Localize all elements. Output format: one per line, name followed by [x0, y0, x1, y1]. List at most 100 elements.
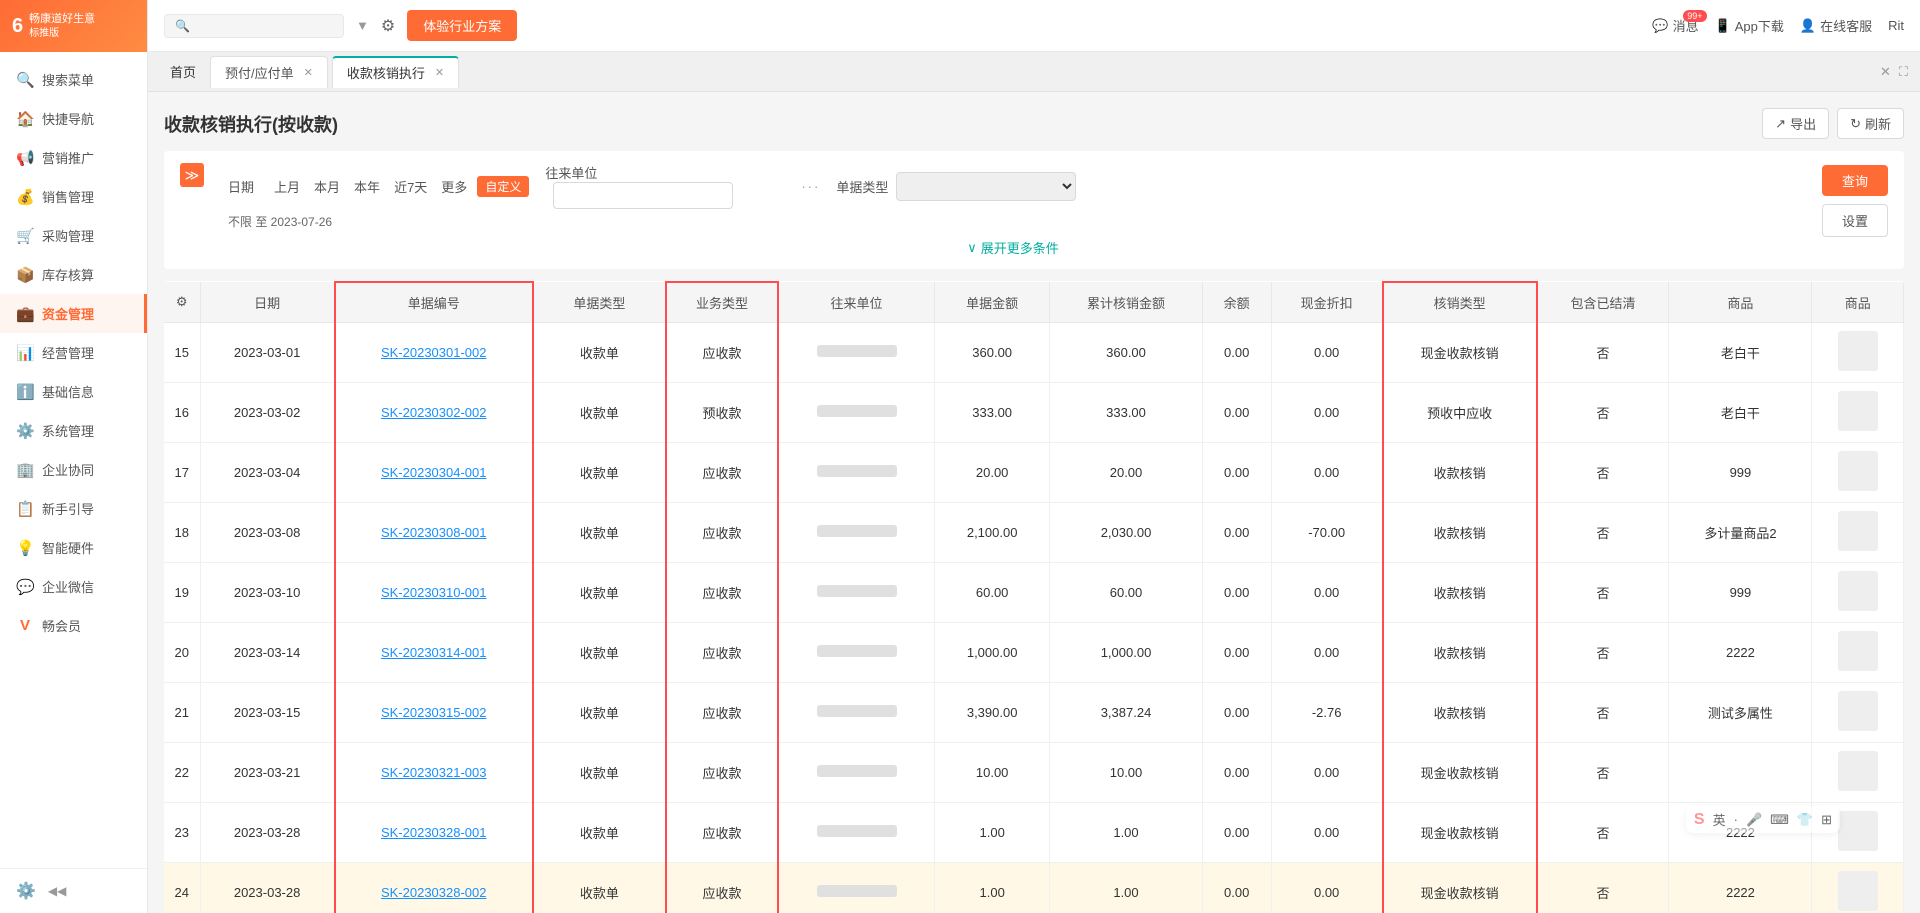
maximize-icon[interactable]: ⛶ — [1899, 64, 1908, 80]
sidebar-item-sales[interactable]: 💰 销售管理 — [0, 177, 147, 216]
refresh-btn[interactable]: ↻ 刷新 — [1837, 108, 1904, 139]
tab-current[interactable]: 收款核销执行 ✕ — [332, 56, 459, 88]
date-custom-btn[interactable]: 自定义 — [477, 176, 529, 197]
cell-writeoff-type: 现金收款核销 — [1383, 863, 1537, 913]
sidebar-item-system[interactable]: ⚙️ 系统管理 — [0, 411, 147, 450]
th-product1[interactable]: 商品 — [1669, 282, 1812, 323]
date-this-year[interactable]: 本年 — [350, 175, 384, 198]
tab-home[interactable]: 首页 — [156, 62, 210, 81]
doc-no-link[interactable]: SK-20230304-001 — [381, 465, 487, 480]
th-balance[interactable]: 余额 — [1202, 282, 1271, 323]
doc-no-link[interactable]: SK-20230315-002 — [381, 705, 487, 720]
th-cumulative[interactable]: 累计核销金额 — [1050, 282, 1202, 323]
th-product2[interactable]: 商品 — [1812, 282, 1904, 323]
close-tab-icon[interactable]: ✕ — [1880, 64, 1891, 80]
toolbar-icon-6[interactable]: ⊞ — [1821, 812, 1832, 828]
sidebar-item-finance[interactable]: 💼 资金管理 — [0, 294, 147, 333]
sidebar-item-search[interactable]: 🔍 搜索菜单 — [0, 60, 147, 99]
app-download-btn[interactable]: 📱 App下载 — [1715, 16, 1784, 35]
cell-biz-type: 应收款 — [666, 803, 778, 863]
marketing-icon: 📢 — [16, 149, 34, 167]
sidebar-item-vip[interactable]: V 畅会员 — [0, 606, 147, 645]
sidebar-item-inventory[interactable]: 📦 库存核算 — [0, 255, 147, 294]
receipt-type-select[interactable] — [896, 172, 1076, 201]
cell-biz-type: 预收款 — [666, 383, 778, 443]
sidebar-item-operations[interactable]: 📊 经营管理 — [0, 333, 147, 372]
date-range-display: 不限 至 2023-07-26 — [228, 213, 1798, 230]
tab-pending[interactable]: 预付/应付单 ✕ — [210, 56, 328, 88]
sidebar-item-hardware[interactable]: 💡 智能硬件 — [0, 528, 147, 567]
table-row: 17 2023-03-04 SK-20230304-001 收款单 应收款 20… — [164, 443, 1904, 503]
sidebar-item-purchase[interactable]: 🛒 采购管理 — [0, 216, 147, 255]
tab-pending-close[interactable]: ✕ — [304, 66, 313, 79]
date-7days[interactable]: 近7天 — [390, 175, 431, 198]
topbar-dropdown-arrow[interactable]: ▼ — [356, 18, 369, 33]
table-row: 15 2023-03-01 SK-20230301-002 收款单 应收款 36… — [164, 323, 1904, 383]
th-date[interactable]: 日期 — [200, 282, 335, 323]
sidebar-item-marketing[interactable]: 📢 营销推广 — [0, 138, 147, 177]
sidebar-item-guide[interactable]: 📋 新手引导 — [0, 489, 147, 528]
expand-toggle-btn[interactable]: ≫ — [180, 163, 204, 187]
collapse-icon[interactable]: ◀◀ — [48, 884, 66, 898]
toolbar-icon-5[interactable]: 👕 — [1797, 812, 1813, 828]
toolbar-icon-2[interactable]: · — [1734, 812, 1738, 827]
date-this-month[interactable]: 本月 — [310, 175, 344, 198]
doc-no-link[interactable]: SK-20230308-001 — [381, 525, 487, 540]
cell-partner — [778, 323, 934, 383]
cell-discount: 0.00 — [1271, 443, 1382, 503]
toolbar-icon-3[interactable]: 🎤 — [1746, 812, 1762, 828]
message-btn[interactable]: 💬 消息 99+ — [1652, 16, 1698, 35]
tab-current-close[interactable]: ✕ — [435, 66, 444, 79]
cell-doc-no: SK-20230310-001 — [335, 563, 533, 623]
th-biz-type[interactable]: 业务类型 — [666, 282, 778, 323]
page-title-text: 收款核销执行(按收款) — [164, 111, 338, 137]
doc-no-link[interactable]: SK-20230314-001 — [381, 645, 487, 660]
online-service-btn[interactable]: 👤 在线客服 — [1800, 16, 1872, 35]
sidebar-item-wechat[interactable]: 💬 企业微信 — [0, 567, 147, 606]
th-settings[interactable]: ⚙ — [164, 282, 200, 323]
th-writeoff-type[interactable]: 核销类型 — [1383, 282, 1537, 323]
date-last-month[interactable]: 上月 — [270, 175, 304, 198]
toolbar-icon-1[interactable]: 英 — [1713, 810, 1726, 829]
doc-no-link[interactable]: SK-20230302-002 — [381, 405, 487, 420]
doc-no-link[interactable]: SK-20230310-001 — [381, 585, 487, 600]
cell-partner — [778, 563, 934, 623]
cell-balance: 0.00 — [1202, 623, 1271, 683]
sidebar-item-corp[interactable]: 🏢 企业协同 — [0, 450, 147, 489]
s-logo: S — [1694, 811, 1705, 829]
expand-more-btn[interactable]: ∨ 展开更多条件 — [967, 238, 1059, 257]
date-more[interactable]: 更多 — [437, 175, 471, 198]
user-info[interactable]: Rit — [1888, 18, 1904, 33]
sidebar-item-basic[interactable]: ℹ️ 基础信息 — [0, 372, 147, 411]
export-btn[interactable]: ↗ 导出 — [1762, 108, 1829, 139]
doc-no-link[interactable]: SK-20230301-002 — [381, 345, 487, 360]
main-area: 🔍 ▼ ⚙ 体验行业方案 💬 消息 99+ 📱 App下载 👤 在线客服 Rit — [148, 0, 1920, 913]
th-doc-no[interactable]: 单据编号 — [335, 282, 533, 323]
cell-date: 2023-03-15 — [200, 683, 335, 743]
cell-product1: 999 — [1669, 563, 1812, 623]
doc-no-link[interactable]: SK-20230321-003 — [381, 765, 487, 780]
cell-amount: 1.00 — [934, 803, 1049, 863]
partner-input[interactable] — [553, 182, 733, 209]
cell-amount: 3,390.00 — [934, 683, 1049, 743]
experience-btn[interactable]: 体验行业方案 — [407, 10, 517, 41]
th-discount[interactable]: 现金折扣 — [1271, 282, 1382, 323]
th-partner[interactable]: 往来单位 — [778, 282, 934, 323]
cell-partner — [778, 383, 934, 443]
doc-no-link[interactable]: SK-20230328-001 — [381, 825, 487, 840]
query-btn[interactable]: 查询 — [1822, 165, 1888, 196]
topbar-search[interactable]: 🔍 — [164, 14, 344, 38]
doc-no-link[interactable]: SK-20230328-002 — [381, 885, 487, 900]
topbar-gear-icon[interactable]: ⚙ — [381, 16, 395, 36]
toolbar-icon-4[interactable]: ⌨ — [1770, 812, 1789, 828]
th-doc-type[interactable]: 单据类型 — [533, 282, 666, 323]
sidebar-item-quicknav[interactable]: 🏠 快捷导航 — [0, 99, 147, 138]
th-amount[interactable]: 单据金额 — [934, 282, 1049, 323]
th-included[interactable]: 包含已结清 — [1537, 282, 1669, 323]
setting-btn[interactable]: 设置 — [1822, 204, 1888, 237]
cell-doc-no: SK-20230301-002 — [335, 323, 533, 383]
cell-product2 — [1812, 323, 1904, 383]
cell-partner — [778, 863, 934, 913]
settings-icon[interactable]: ⚙️ — [16, 881, 36, 901]
cell-balance: 0.00 — [1202, 743, 1271, 803]
